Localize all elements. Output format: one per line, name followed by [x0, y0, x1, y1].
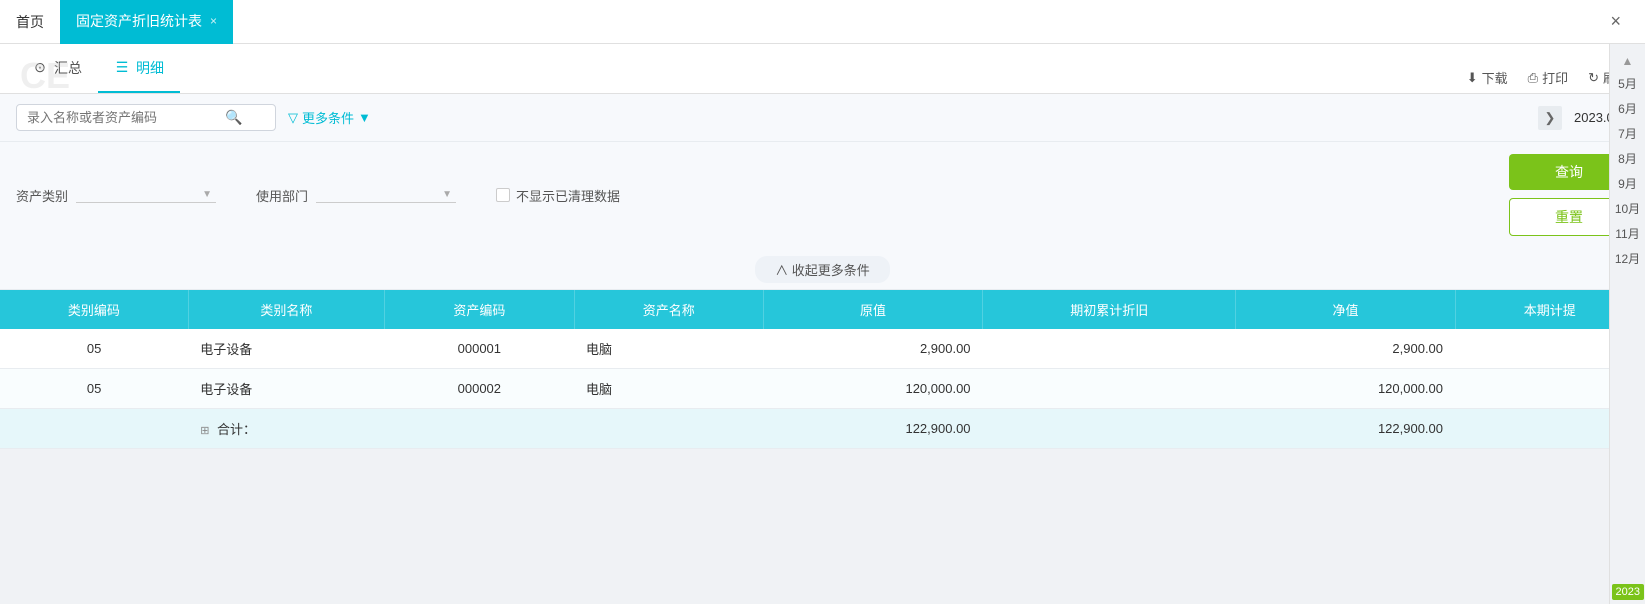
table-wrap: 类别编码 类别名称 资产编码 资产名称 原值 期初累计折旧 净值 本期计提 05… — [0, 290, 1645, 449]
row1-category-code: 05 — [0, 329, 188, 369]
download-icon: ⬇ — [1467, 70, 1478, 86]
download-button[interactable]: ⬇ 下载 — [1467, 68, 1508, 87]
hide-cleared-checkbox-wrap[interactable]: 不显示已清理数据 — [496, 186, 620, 205]
table-row: 05 电子设备 000001 电脑 2,900.00 2,900.00 — [0, 329, 1645, 369]
row1-asset-code: 000001 — [385, 329, 574, 369]
tab-summary-label: 汇总 — [54, 58, 82, 78]
summary-icon: ⊙ — [32, 60, 48, 76]
asset-category-label: 资产类别 — [16, 186, 68, 205]
window-close-button[interactable]: × — [1602, 11, 1629, 32]
date-nav-right-arrow[interactable]: ❯ — [1538, 106, 1562, 130]
department-label: 使用部门 — [256, 186, 308, 205]
total-label: 合计： — [217, 422, 256, 437]
table-row: 05 电子设备 000002 电脑 120,000.00 120,000.00 — [0, 369, 1645, 409]
total-empty3 — [385, 409, 574, 449]
total-empty1 — [0, 409, 188, 449]
hide-cleared-label: 不显示已清理数据 — [516, 186, 620, 205]
month-12[interactable]: 12月 — [1612, 247, 1644, 270]
total-accumulated-depreciation — [983, 409, 1236, 449]
total-original-value: 122,900.00 — [763, 409, 982, 449]
filter-row: 资产类别 ▼ 使用部门 ▼ 不显示已清理数据 查询 重置 — [16, 154, 1629, 248]
total-net-value: 122,900.00 — [1236, 409, 1455, 449]
total-empty2: ⊞ 合计： — [188, 409, 384, 449]
tab-close-icon[interactable]: × — [210, 14, 217, 28]
month-8[interactable]: 8月 — [1612, 147, 1644, 170]
print-label: 打印 — [1542, 68, 1568, 87]
col-net-value: 净值 — [1236, 290, 1455, 329]
col-original-value: 原值 — [763, 290, 982, 329]
row2-category-code: 05 — [0, 369, 188, 409]
month-5[interactable]: 5月 — [1612, 72, 1644, 95]
month-6[interactable]: 6月 — [1612, 97, 1644, 120]
collapse-label: ∧ 收起更多条件 — [755, 256, 890, 283]
more-conditions-button[interactable]: ▽ 更多条件 ▼ — [288, 108, 371, 127]
hide-cleared-checkbox[interactable] — [496, 188, 510, 202]
asset-category-chevron-icon: ▼ — [202, 189, 212, 200]
more-conditions-chevron-icon: ▼ — [358, 110, 371, 125]
row1-original-value: 2,900.00 — [763, 329, 982, 369]
total-icon: ⊞ — [200, 425, 209, 437]
total-empty4 — [574, 409, 763, 449]
department-select[interactable]: ▼ — [316, 187, 456, 203]
scroll-up-button[interactable]: ▲ — [1622, 52, 1634, 70]
refresh-icon: ↻ — [1588, 70, 1599, 86]
col-asset-code: 资产编码 — [385, 290, 574, 329]
toolbar-tabs: ⊙ 汇总 ☰ 明细 ⬇ 下载 ⎙ 打印 ↻ 刷新 — [0, 44, 1645, 94]
search-input[interactable] — [27, 110, 217, 125]
tab-detail[interactable]: ☰ 明细 — [98, 44, 180, 93]
toolbar-actions: ⬇ 下载 ⎙ 打印 ↻ 刷新 — [1467, 68, 1629, 93]
department-filter: 使用部门 ▼ — [256, 186, 456, 205]
col-accumulated-depreciation: 期初累计折旧 — [983, 290, 1236, 329]
row1-accumulated-depreciation — [983, 329, 1236, 369]
filter-icon: ▽ — [288, 110, 298, 126]
row2-asset-code: 000002 — [385, 369, 574, 409]
row1-asset-name: 电脑 — [574, 329, 763, 369]
download-label: 下载 — [1482, 68, 1508, 87]
tab-detail-label: 明细 — [136, 58, 164, 78]
row2-category-name: 电子设备 — [188, 369, 384, 409]
detail-icon: ☰ — [114, 60, 130, 76]
row2-accumulated-depreciation — [983, 369, 1236, 409]
month-11[interactable]: 11月 — [1612, 222, 1644, 245]
tab-summary[interactable]: ⊙ 汇总 — [16, 44, 98, 93]
department-chevron-icon: ▼ — [442, 189, 452, 200]
top-nav: 首页 固定资产折旧统计表 × × — [0, 0, 1645, 44]
row2-net-value: 120,000.00 — [1236, 369, 1455, 409]
table-total-row: ⊞ 合计： 122,900.00 122,900.00 — [0, 409, 1645, 449]
row1-category-name: 电子设备 — [188, 329, 384, 369]
search-bar: 🔍 ▽ 更多条件 ▼ ❯ 2023.01 — [0, 94, 1645, 142]
month-10[interactable]: 10月 — [1612, 197, 1644, 220]
year-badge: 2023 — [1612, 584, 1644, 600]
collapse-bar[interactable]: ∧ 收起更多条件 — [16, 248, 1629, 289]
search-icon: 🔍 — [225, 109, 242, 126]
row2-original-value: 120,000.00 — [763, 369, 982, 409]
search-input-wrap[interactable]: 🔍 — [16, 104, 276, 131]
row1-net-value: 2,900.00 — [1236, 329, 1455, 369]
month-7[interactable]: 7月 — [1612, 122, 1644, 145]
right-sidebar: ▲ 5月 6月 7月 8月 9月 10月 11月 12月 2023 — [1609, 44, 1645, 604]
row2-asset-name: 电脑 — [574, 369, 763, 409]
data-table: 类别编码 类别名称 资产编码 资产名称 原值 期初累计折旧 净值 本期计提 05… — [0, 290, 1645, 449]
table-header-row: 类别编码 类别名称 资产编码 资产名称 原值 期初累计折旧 净值 本期计提 — [0, 290, 1645, 329]
asset-category-select[interactable]: ▼ — [76, 187, 216, 203]
filter-area: 资产类别 ▼ 使用部门 ▼ 不显示已清理数据 查询 重置 ∧ 收起更多条件 — [0, 142, 1645, 290]
asset-category-filter: 资产类别 ▼ — [16, 186, 216, 205]
print-icon: ⎙ — [1528, 70, 1538, 86]
more-conditions-label: 更多条件 — [302, 108, 354, 127]
home-link[interactable]: 首页 — [16, 12, 60, 32]
active-tab[interactable]: 固定资产折旧统计表 × — [60, 0, 233, 44]
col-category-name: 类别名称 — [188, 290, 384, 329]
col-asset-name: 资产名称 — [574, 290, 763, 329]
tab-label: 固定资产折旧统计表 — [76, 11, 202, 31]
month-9[interactable]: 9月 — [1612, 172, 1644, 195]
print-button[interactable]: ⎙ 打印 — [1528, 68, 1568, 87]
col-category-code: 类别编码 — [0, 290, 188, 329]
